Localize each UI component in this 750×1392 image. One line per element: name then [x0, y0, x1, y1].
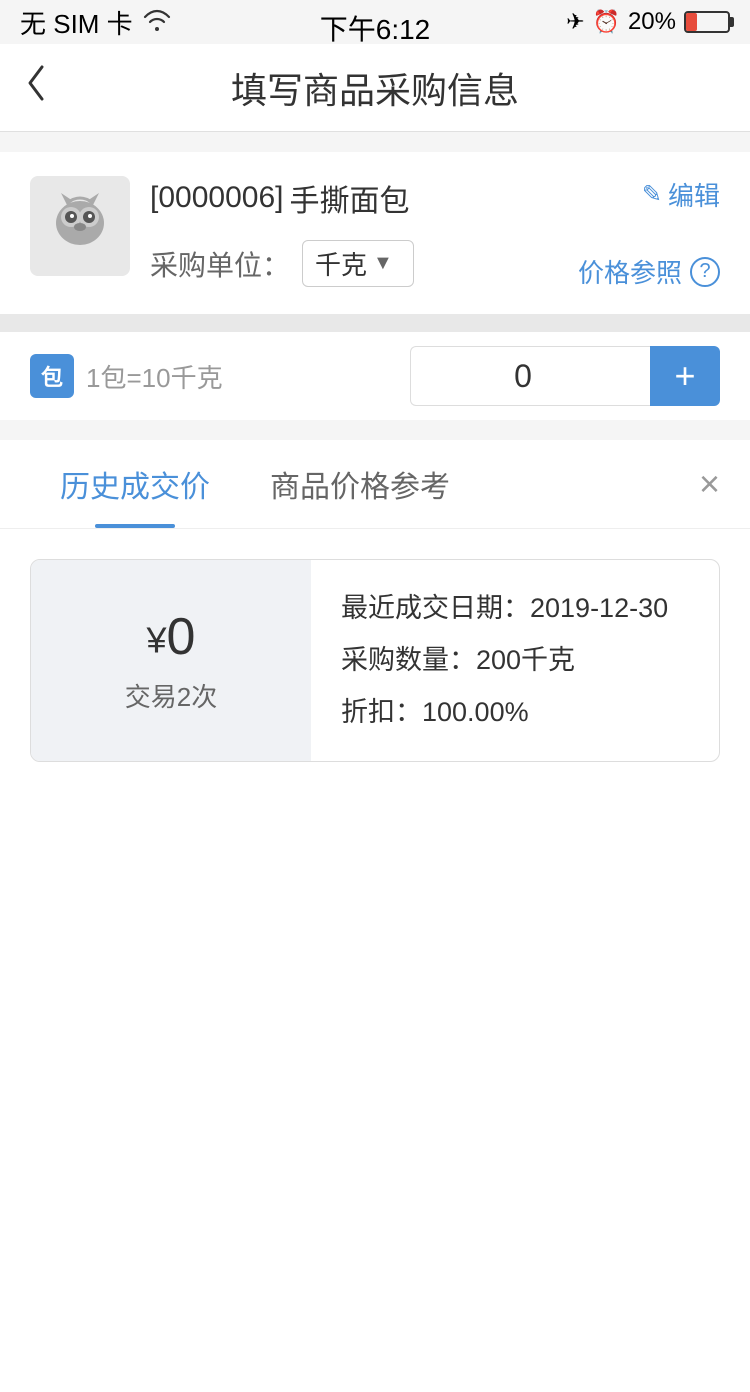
quantity-row: 包 1包=10千克 +: [0, 332, 750, 420]
package-hint: 1包=10千克: [86, 358, 223, 395]
recent-date-value: 2019-12-30: [530, 593, 668, 623]
product-name: 手撕面包: [289, 176, 409, 220]
tab-panel-close-button[interactable]: ×: [699, 463, 720, 505]
tab-history-price[interactable]: 历史成交价: [30, 440, 240, 528]
product-id: [0000006]: [150, 181, 283, 215]
carrier-text: 无 SIM 卡: [20, 4, 133, 41]
discount-row: 折扣：100.00%: [341, 694, 689, 732]
quantity-input[interactable]: [410, 346, 650, 406]
unit-value: 千克: [315, 245, 367, 282]
product-image-icon: [45, 185, 115, 267]
tab-price-ref-label: 商品价格参考: [270, 462, 450, 506]
product-unit-row: 采购单位： 千克 ▼: [150, 240, 414, 287]
product-left: [0000006] 手撕面包 采购单位： 千克 ▼: [30, 176, 414, 287]
recent-date-label: 最近成交日期：: [341, 593, 530, 623]
quantity-input-row: +: [410, 346, 720, 406]
unit-info: 包 1包=10千克: [30, 354, 223, 398]
tab-history-label: 历史成交价: [60, 462, 210, 506]
help-icon: ?: [690, 257, 720, 287]
discount-label: 折扣：: [341, 697, 422, 727]
status-time: 下午6:12: [320, 8, 431, 48]
nav-bar: 填写商品采购信息: [0, 44, 750, 132]
price-ref-label: 价格参照: [578, 253, 682, 290]
history-card: ¥0 交易2次 最近成交日期：2019-12-30 采购数量：200千克 折扣：…: [30, 559, 720, 762]
product-header: [0000006] 手撕面包 采购单位： 千克 ▼ ✎ 编辑 价格参照: [30, 176, 720, 290]
package-label: 包: [41, 360, 63, 392]
purchase-qty-value: 200千克: [476, 645, 575, 675]
history-card-right: 最近成交日期：2019-12-30 采购数量：200千克 折扣：100.00%: [311, 560, 719, 761]
edit-label: 编辑: [668, 176, 720, 213]
alarm-icon: ⏰: [593, 9, 620, 35]
status-bar: 无 SIM 卡 下午6:12 ✈ ⏰ 20%: [0, 0, 750, 44]
history-price: ¥0: [147, 607, 196, 667]
price-reference-button[interactable]: 价格参照 ?: [578, 253, 720, 290]
currency-symbol: ¥: [147, 619, 167, 660]
product-card: [0000006] 手撕面包 采购单位： 千克 ▼ ✎ 编辑 价格参照: [0, 152, 750, 314]
location-icon: ✈: [566, 9, 584, 35]
dropdown-arrow-icon: ▼: [373, 252, 393, 275]
status-right: ✈ ⏰ 20%: [566, 8, 730, 36]
discount-value: 100.00%: [422, 697, 529, 727]
back-button[interactable]: [24, 63, 48, 112]
history-content: ¥0 交易2次 最近成交日期：2019-12-30 采购数量：200千克 折扣：…: [0, 529, 750, 792]
bottom-space: [0, 792, 750, 1392]
tab-product-price-ref[interactable]: 商品价格参考: [240, 440, 480, 528]
purchase-qty-row: 采购数量：200千克: [341, 642, 689, 680]
page-title: 填写商品采购信息: [231, 62, 519, 114]
purchase-qty-label: 采购数量：: [341, 645, 476, 675]
close-icon: ×: [699, 463, 720, 504]
edit-button[interactable]: ✎ 编辑: [642, 176, 720, 213]
wifi-icon: [143, 7, 171, 38]
tab-header: 历史成交价 商品价格参考 ×: [0, 440, 750, 529]
status-left: 无 SIM 卡: [20, 4, 171, 41]
section-divider: [0, 314, 750, 332]
battery-percent: 20%: [628, 8, 676, 36]
package-icon: 包: [30, 354, 74, 398]
product-info: [0000006] 手撕面包 采购单位： 千克 ▼: [150, 176, 414, 287]
price-value: 0: [167, 608, 196, 666]
product-thumbnail: [30, 176, 130, 276]
unit-label: 采购单位：: [150, 244, 290, 284]
edit-icon: ✎: [642, 180, 662, 209]
trade-count: 交易2次: [125, 677, 217, 714]
quantity-increment-button[interactable]: +: [650, 346, 720, 406]
history-card-left: ¥0 交易2次: [31, 560, 311, 761]
recent-date-row: 最近成交日期：2019-12-30: [341, 590, 689, 628]
battery-icon: [684, 11, 730, 33]
unit-select-dropdown[interactable]: 千克 ▼: [302, 240, 414, 287]
tab-panel: 历史成交价 商品价格参考 × ¥0 交易2次 最近成交日期：2019-12-30: [0, 440, 750, 792]
